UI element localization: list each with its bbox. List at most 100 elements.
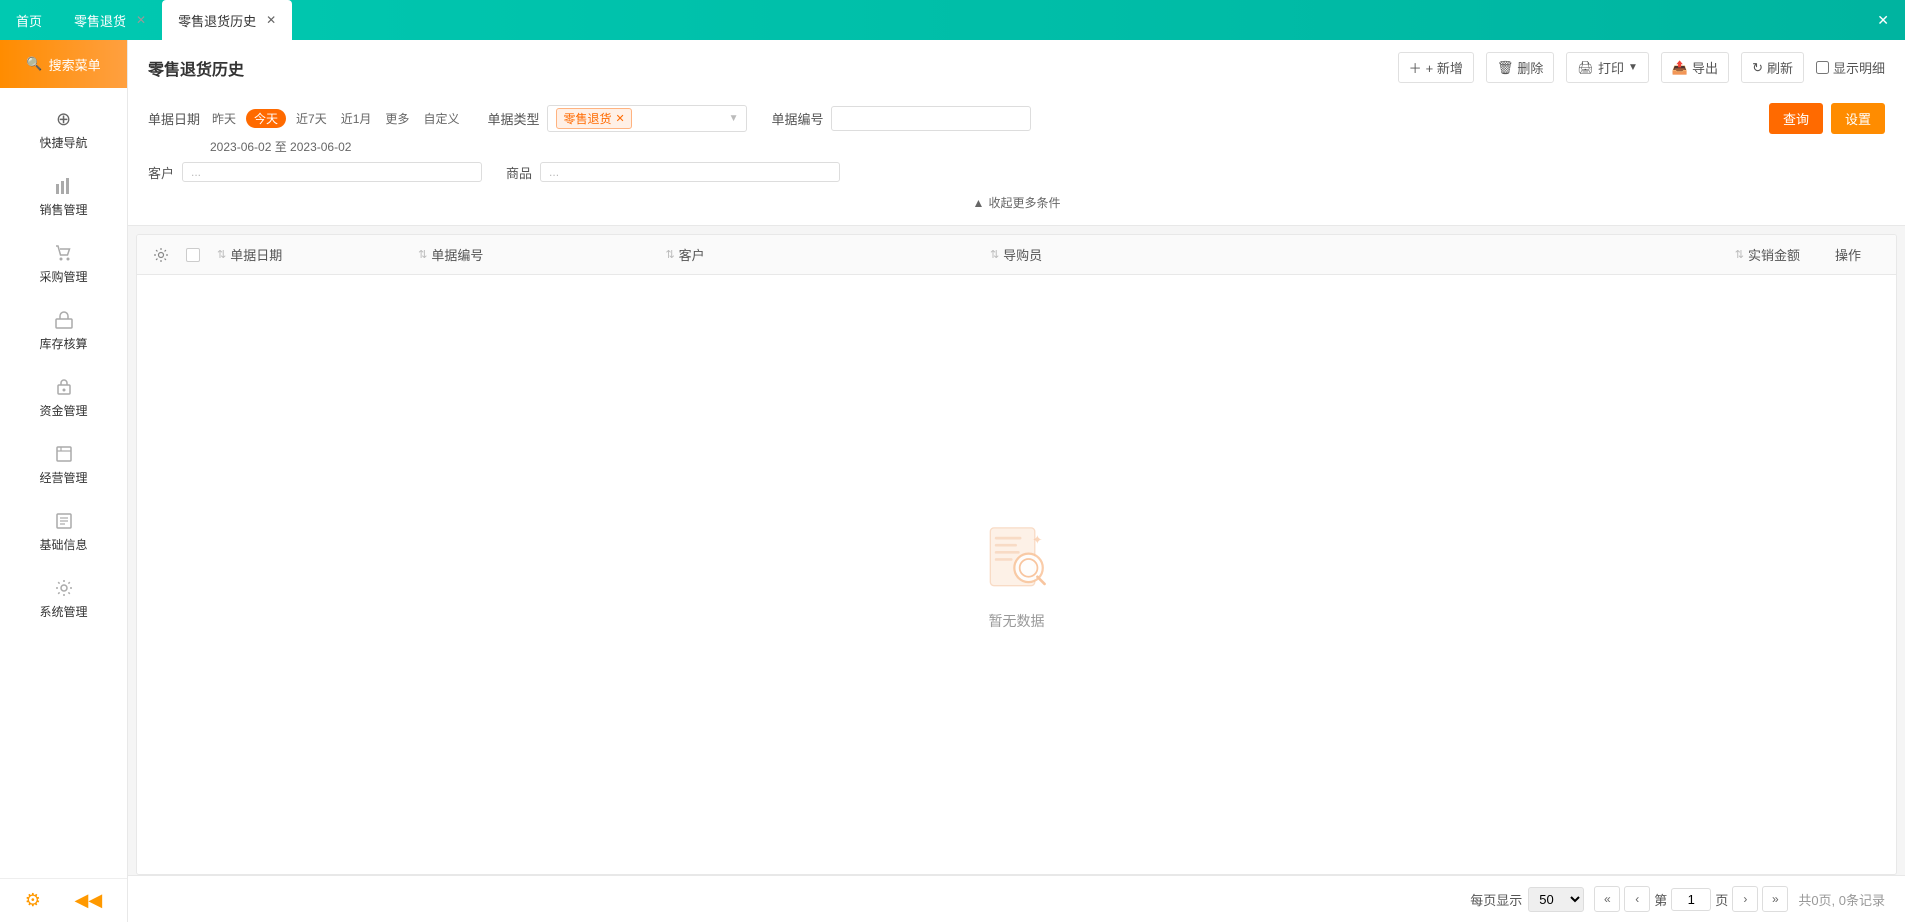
refresh-label: 刷新 xyxy=(1767,58,1793,77)
shortcut-last7[interactable]: 近7天 xyxy=(292,109,331,128)
sidebar-item-finance[interactable]: 资金管理 xyxy=(0,364,127,431)
refresh-button[interactable]: ↻ 刷新 xyxy=(1741,52,1804,83)
shortcut-custom[interactable]: 自定义 xyxy=(419,109,463,128)
export-button[interactable]: 📤 导出 xyxy=(1661,52,1729,83)
col-amount[interactable]: ⇅ 实销金额 xyxy=(1708,245,1808,264)
filter-row-2: 客户 ... 商品 ... xyxy=(148,162,1885,182)
page-header: 零售退货历史 ＋ + 新增 🗑 删除 🖨 打印 ▼ xyxy=(128,40,1905,226)
collapse-label: 收起更多条件 xyxy=(988,194,1060,211)
search-icon: 🔍 xyxy=(26,56,42,72)
sidebar-search[interactable]: 🔍 搜索菜单 xyxy=(0,40,127,88)
date-filter-label: 单据日期 xyxy=(148,109,200,128)
operations-icon xyxy=(53,443,75,465)
order-type-tag-close[interactable]: ✕ xyxy=(615,112,624,125)
settings-button[interactable]: 设置 xyxy=(1831,103,1885,134)
tab-retail-return-close[interactable]: ✕ xyxy=(136,13,146,27)
order-type-input[interactable]: 零售退货 ✕ ▼ xyxy=(547,105,747,132)
sidebar-item-quick-nav[interactable]: ⊕ 快捷导航 xyxy=(0,96,127,163)
col-guide[interactable]: ⇅ 导购员 xyxy=(982,245,1229,264)
svg-text:✦: ✦ xyxy=(1032,532,1042,546)
sidebar-item-sales[interactable]: 销售管理 xyxy=(0,163,127,230)
system-icon xyxy=(53,577,75,599)
delete-button[interactable]: 🗑 删除 xyxy=(1486,52,1555,83)
product-input[interactable]: ... xyxy=(540,162,840,182)
shortcut-today[interactable]: 今天 xyxy=(246,109,286,128)
order-type-tag-label: 零售退货 xyxy=(563,110,611,127)
page-label: 页 xyxy=(1715,890,1728,909)
delete-icon: 🗑 xyxy=(1497,60,1514,76)
sort-customer-icon: ⇅ xyxy=(665,248,674,261)
page-last-button[interactable]: » xyxy=(1762,886,1788,912)
customer-input[interactable]: ... xyxy=(182,162,482,182)
export-label: 导出 xyxy=(1692,58,1718,77)
refresh-icon: ↻ xyxy=(1752,60,1763,76)
new-button[interactable]: ＋ + 新增 xyxy=(1398,52,1474,83)
order-type-chevron-icon: ▼ xyxy=(729,113,739,124)
page-size-select: 每页显示 20 50 100 200 xyxy=(1470,887,1584,912)
collapse-up-icon: ▲ xyxy=(973,196,985,210)
product-filter: 商品 ... xyxy=(506,162,840,182)
sidebar-item-operations[interactable]: 经营管理 xyxy=(0,431,127,498)
print-chevron-icon: ▼ xyxy=(1628,62,1638,73)
basic-info-icon xyxy=(53,510,75,532)
main-layout: 🔍 搜索菜单 ⊕ 快捷导航 销售管理 采购管理 xyxy=(0,40,1905,922)
page-number-input[interactable] xyxy=(1671,888,1711,911)
tab-retail-return-history-close[interactable]: ✕ xyxy=(266,13,276,27)
settings-bottom-icon[interactable]: ⚙ xyxy=(25,890,41,911)
col-order-no[interactable]: ⇅ 单据编号 xyxy=(410,245,657,264)
tab-home-label: 首页 xyxy=(16,11,42,30)
sidebar-item-sales-label: 销售管理 xyxy=(39,201,87,218)
content-area: 零售退货历史 ＋ + 新增 🗑 删除 🖨 打印 ▼ xyxy=(128,40,1905,922)
col-customer[interactable]: ⇅ 客户 xyxy=(657,245,981,264)
shortcut-last1m[interactable]: 近1月 xyxy=(337,109,376,128)
sidebar-item-inventory-label: 库存核算 xyxy=(39,335,87,352)
page-size-label: 每页显示 xyxy=(1470,890,1522,909)
sidebar-item-system-label: 系统管理 xyxy=(39,603,87,620)
new-label: + 新增 xyxy=(1426,58,1463,77)
collapse-button[interactable]: ▲ 收起更多条件 xyxy=(973,194,1061,211)
page-size-dropdown[interactable]: 20 50 100 200 xyxy=(1528,887,1584,912)
filter-row-1: 单据日期 昨天 今天 近7天 近1月 更多 自定义 单据类型 xyxy=(148,103,1885,134)
query-button[interactable]: 查询 xyxy=(1769,103,1823,134)
date-shortcuts: 昨天 今天 近7天 近1月 更多 自定义 xyxy=(208,109,463,128)
page-prev-button[interactable]: ‹ xyxy=(1624,886,1650,912)
export-icon: 📤 xyxy=(1672,60,1688,76)
tab-home[interactable]: 首页 xyxy=(0,0,58,40)
purchase-icon xyxy=(53,242,75,264)
shortcut-more[interactable]: 更多 xyxy=(381,109,413,128)
sidebar-item-basic-info[interactable]: 基础信息 xyxy=(0,498,127,565)
header-checkbox[interactable] xyxy=(186,248,200,262)
empty-illustration: ✦ xyxy=(977,519,1057,599)
table-container: ⇅ 单据日期 ⇅ 单据编号 ⇅ 客户 ⇅ 导购员 ⇅ 实销 xyxy=(136,234,1897,875)
sidebar-item-basic-info-label: 基础信息 xyxy=(39,536,87,553)
page-first-button[interactable]: « xyxy=(1594,886,1620,912)
filter-area: 单据日期 昨天 今天 近7天 近1月 更多 自定义 单据类型 xyxy=(148,93,1885,225)
sidebar-item-purchase[interactable]: 采购管理 xyxy=(0,230,127,297)
speaker-bottom-icon[interactable]: ◀◀ xyxy=(75,890,103,911)
tab-retail-return-history[interactable]: 零售退货历史 ✕ xyxy=(162,0,292,40)
order-id-input[interactable] xyxy=(831,106,1031,131)
sidebar-item-quick-nav-label: 快捷导航 xyxy=(39,134,87,151)
page-label-pre: 第 xyxy=(1654,890,1667,909)
page-next-button[interactable]: › xyxy=(1732,886,1758,912)
print-label: 打印 xyxy=(1598,58,1624,77)
show-detail-checkbox[interactable] xyxy=(1816,61,1829,74)
show-detail-checkbox-wrapper[interactable]: 显示明细 xyxy=(1816,58,1885,77)
col-checkbox[interactable] xyxy=(177,248,209,262)
sales-icon xyxy=(53,175,75,197)
sidebar-item-inventory[interactable]: 库存核算 xyxy=(0,297,127,364)
customer-label: 客户 xyxy=(148,163,174,182)
window-close-button[interactable]: ✕ xyxy=(1877,12,1905,29)
order-id-filter: 单据编号 xyxy=(771,106,1031,131)
tab-retail-return[interactable]: 零售退货 ✕ xyxy=(58,0,162,40)
filter-actions: 查询 设置 xyxy=(1769,103,1885,134)
col-amount-label: 实销金额 xyxy=(1748,245,1800,264)
order-type-label: 单据类型 xyxy=(487,109,539,128)
delete-label: 删除 xyxy=(1517,58,1543,77)
col-date[interactable]: ⇅ 单据日期 xyxy=(209,245,410,264)
col-settings[interactable] xyxy=(145,247,177,263)
sidebar-item-system[interactable]: 系统管理 xyxy=(0,565,127,632)
shortcut-yesterday[interactable]: 昨天 xyxy=(208,109,240,128)
show-detail-label: 显示明细 xyxy=(1833,58,1885,77)
print-button[interactable]: 🖨 打印 ▼ xyxy=(1566,52,1648,83)
